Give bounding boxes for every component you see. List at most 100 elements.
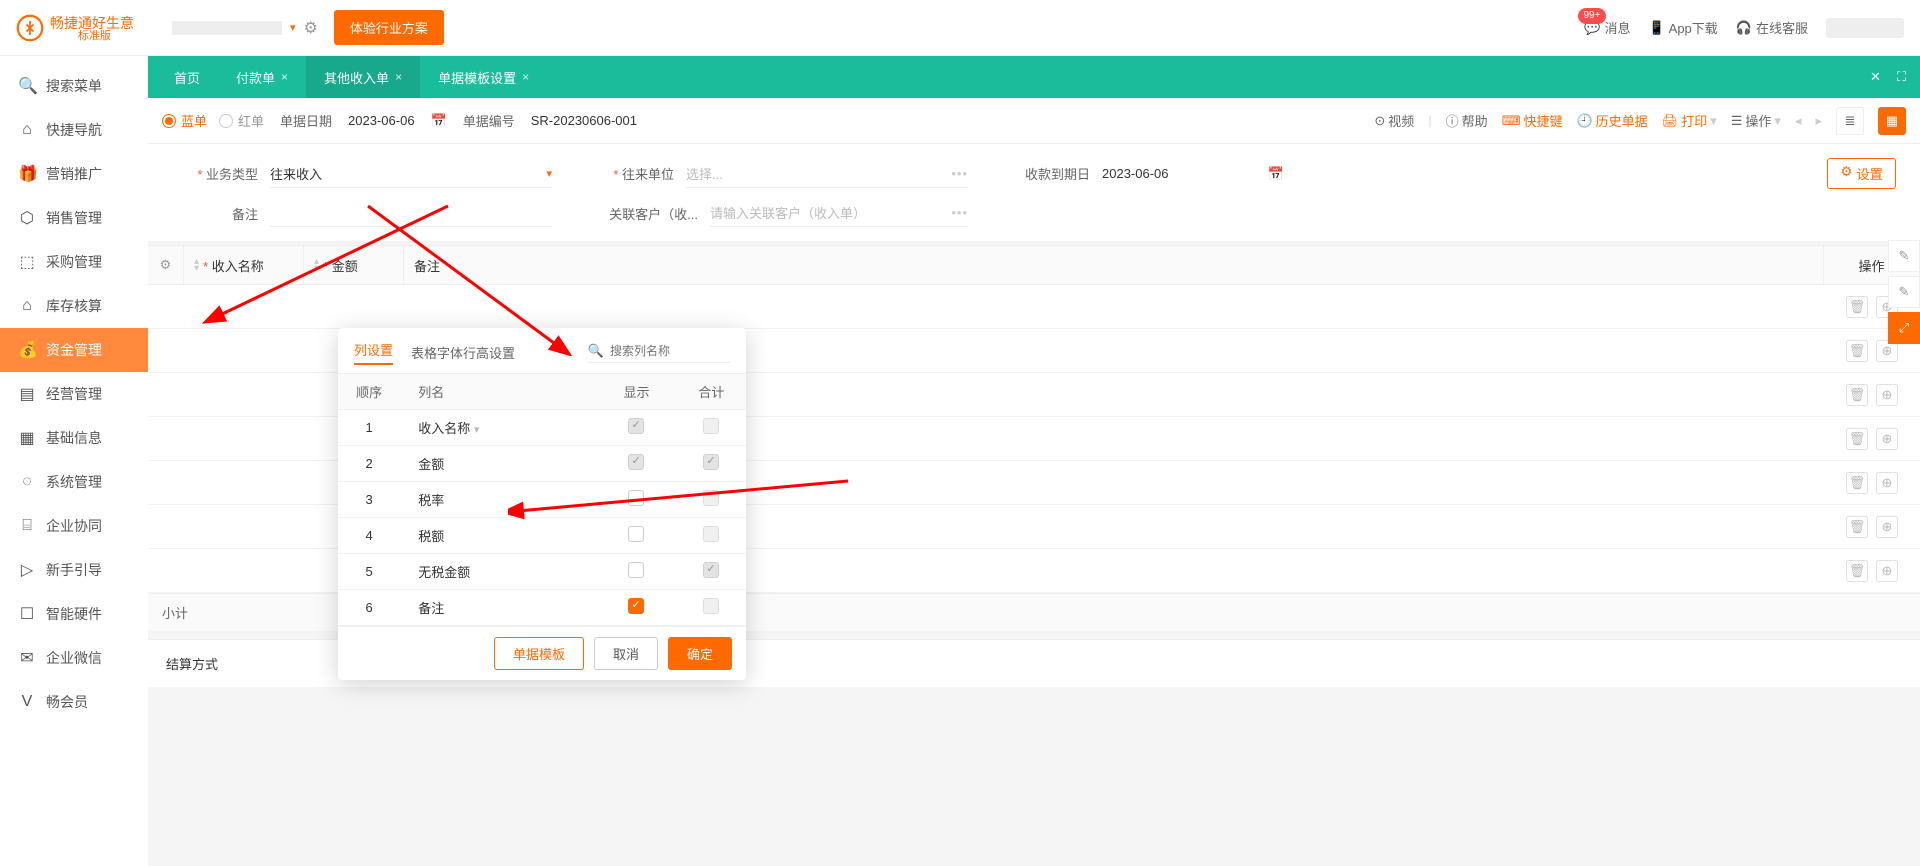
add-row-icon[interactable]: ⊕ — [1876, 472, 1898, 494]
sidebar-item[interactable]: 🔍搜索菜单 — [0, 64, 148, 108]
shortcut-link[interactable]: ⌨快捷键 — [1502, 111, 1563, 130]
biz-type-select[interactable]: 往来收入 ▾ — [270, 160, 552, 188]
template-button[interactable]: 单据模板 — [494, 637, 584, 670]
col-name-header[interactable]: ▴▾ 收入名称 — [184, 246, 304, 284]
sidebar-item[interactable]: V畅会员 — [0, 680, 148, 724]
sidebar-item[interactable]: ⬚采购管理 — [0, 240, 148, 284]
popup-th-sum: 合计 — [677, 374, 746, 410]
print-link[interactable]: 🖨打印▾ — [1662, 111, 1717, 130]
history-link[interactable]: 🕘历史单据 — [1576, 111, 1647, 130]
sidebar-item[interactable]: ⬡销售管理 — [0, 196, 148, 240]
video-link[interactable]: ⊙视频 — [1374, 111, 1414, 130]
sidebar-item[interactable]: ◌系统管理 — [0, 460, 148, 504]
prev-icon[interactable]: ◂ — [1795, 113, 1802, 129]
unit-select[interactable]: 选择... ••• — [686, 160, 968, 188]
fullscreen-icon[interactable]: ⛶ — [1893, 65, 1910, 89]
col-amount-header[interactable]: ▴▾ 金额 — [304, 246, 404, 284]
close-icon[interactable]: × — [395, 70, 402, 84]
sidebar-item[interactable]: ⌂快捷导航 — [0, 108, 148, 152]
list-view-icon[interactable]: ≣ — [1836, 107, 1864, 135]
next-icon[interactable]: ▸ — [1815, 113, 1822, 129]
delete-icon[interactable]: 🗑 — [1846, 472, 1868, 494]
bill-date-value[interactable]: 2023-06-06 — [348, 113, 415, 128]
checkbox-checked-icon[interactable] — [628, 418, 644, 434]
row-ops: 🗑 ⊕ — [1824, 384, 1920, 406]
sidebar-item[interactable]: ⌂库存核算 — [0, 284, 148, 328]
checkbox-icon[interactable] — [628, 562, 644, 578]
add-row-icon[interactable]: ⊕ — [1876, 428, 1898, 450]
checkbox-checked-icon[interactable] — [703, 454, 719, 470]
table-row[interactable]: 🗑 ⊕ — [148, 285, 1920, 329]
confirm-button[interactable]: 确定 — [668, 637, 732, 670]
operate-link[interactable]: ☰操作▾ — [1731, 111, 1781, 130]
calendar-icon[interactable]: 📅 — [431, 113, 447, 129]
sidebar-item[interactable]: ☐智能硬件 — [0, 592, 148, 636]
popup-search-input[interactable] — [610, 344, 730, 358]
settle-method-field[interactable]: 结算方式 ▾ — [166, 654, 355, 673]
sidebar-item[interactable]: ▤经营管理 — [0, 372, 148, 416]
settings-button[interactable]: ⚙ 设置 — [1827, 158, 1896, 189]
add-row-icon[interactable]: ⊕ — [1876, 516, 1898, 538]
row-ops: 🗑 ⊕ — [1824, 428, 1920, 450]
due-date-input[interactable]: 2023-06-06 📅 — [1102, 160, 1284, 188]
sidebar-item[interactable]: ▷新手引导 — [0, 548, 148, 592]
delete-icon[interactable]: 🗑 — [1846, 296, 1868, 318]
delete-icon[interactable]: 🗑 — [1846, 384, 1868, 406]
float-tool-2[interactable]: ✎ — [1888, 276, 1920, 308]
red-bill-radio[interactable]: 红单 — [219, 111, 264, 130]
menu-icon: ☰ — [1731, 113, 1743, 129]
card-view-icon[interactable]: ▦ — [1878, 107, 1906, 135]
remark-input[interactable] — [270, 199, 552, 227]
popup-tab-font[interactable]: 表格字体行高设置 — [411, 343, 515, 362]
sort-icon: ▴▾ — [194, 258, 199, 272]
close-icon[interactable]: × — [522, 70, 529, 84]
messages-link[interactable]: 💬 消息 99+ — [1584, 18, 1630, 37]
delete-icon[interactable]: 🗑 — [1846, 560, 1868, 582]
sidebar-item[interactable]: ⌸企业协同 — [0, 504, 148, 548]
delete-icon[interactable]: 🗑 — [1846, 516, 1868, 538]
col-note-header[interactable]: 备注 — [404, 246, 1824, 284]
avatar[interactable] — [1826, 18, 1904, 38]
column-settings-button[interactable]: ⚙ — [148, 246, 184, 284]
checkbox-checked-icon[interactable] — [628, 598, 644, 614]
checkbox-disabled-icon — [703, 526, 719, 542]
float-tool-1[interactable]: ✎ — [1888, 240, 1920, 272]
popup-table: 顺序 列名 显示 合计 — [338, 373, 746, 410]
trial-button[interactable]: 体验行业方案 — [334, 10, 444, 45]
org-selector[interactable]: ▾ ⚙ — [172, 18, 318, 38]
help-link[interactable]: ⓘ帮助 — [1446, 111, 1488, 130]
calendar-icon[interactable]: 📅 — [1268, 166, 1284, 182]
tab[interactable]: 首页 — [156, 56, 218, 98]
popup-row: 5 无税金额 — [338, 554, 746, 590]
popup-tab-columns[interactable]: 列设置 — [354, 340, 393, 365]
checkbox-checked-icon[interactable] — [703, 562, 719, 578]
support-link[interactable]: 🎧 在线客服 — [1736, 18, 1808, 37]
unit-field: 往来单位 选择... ••• — [588, 158, 968, 189]
app-download-link[interactable]: 📱 App下载 — [1648, 18, 1717, 37]
tab[interactable]: 付款单× — [218, 56, 306, 98]
bill-color-group: 蓝单 红单 — [162, 111, 264, 130]
checkbox-checked-icon[interactable] — [628, 454, 644, 470]
gear-icon[interactable]: ⚙ — [304, 18, 318, 38]
blue-bill-radio[interactable]: 蓝单 — [162, 111, 207, 130]
close-icon[interactable]: × — [281, 70, 288, 84]
float-tool-expand[interactable]: ⤢ — [1888, 312, 1920, 344]
sidebar-icon: ☐ — [18, 604, 36, 624]
close-all-icon[interactable]: ✕ — [1866, 65, 1885, 89]
sidebar-item[interactable]: 🎁营销推广 — [0, 152, 148, 196]
tab[interactable]: 其他收入单× — [306, 56, 420, 98]
tab[interactable]: 单据模板设置× — [420, 56, 547, 98]
cancel-button[interactable]: 取消 — [594, 637, 658, 670]
sidebar-item[interactable]: 💰资金管理 — [0, 328, 148, 372]
checkbox-icon[interactable] — [628, 526, 644, 542]
checkbox-icon[interactable] — [628, 490, 644, 506]
sidebar-item[interactable]: ✉企业微信 — [0, 636, 148, 680]
sidebar-icon: ▷ — [18, 560, 36, 580]
add-row-icon[interactable]: ⊕ — [1876, 560, 1898, 582]
delete-icon[interactable]: 🗑 — [1846, 428, 1868, 450]
add-row-icon[interactable]: ⊕ — [1876, 384, 1898, 406]
related-customer-input[interactable]: 请输入关联客户（收入单） ••• — [710, 199, 968, 227]
delete-icon[interactable]: 🗑 — [1846, 340, 1868, 362]
sidebar-item[interactable]: ▦基础信息 — [0, 416, 148, 460]
sidebar-icon: ✉ — [18, 648, 36, 668]
